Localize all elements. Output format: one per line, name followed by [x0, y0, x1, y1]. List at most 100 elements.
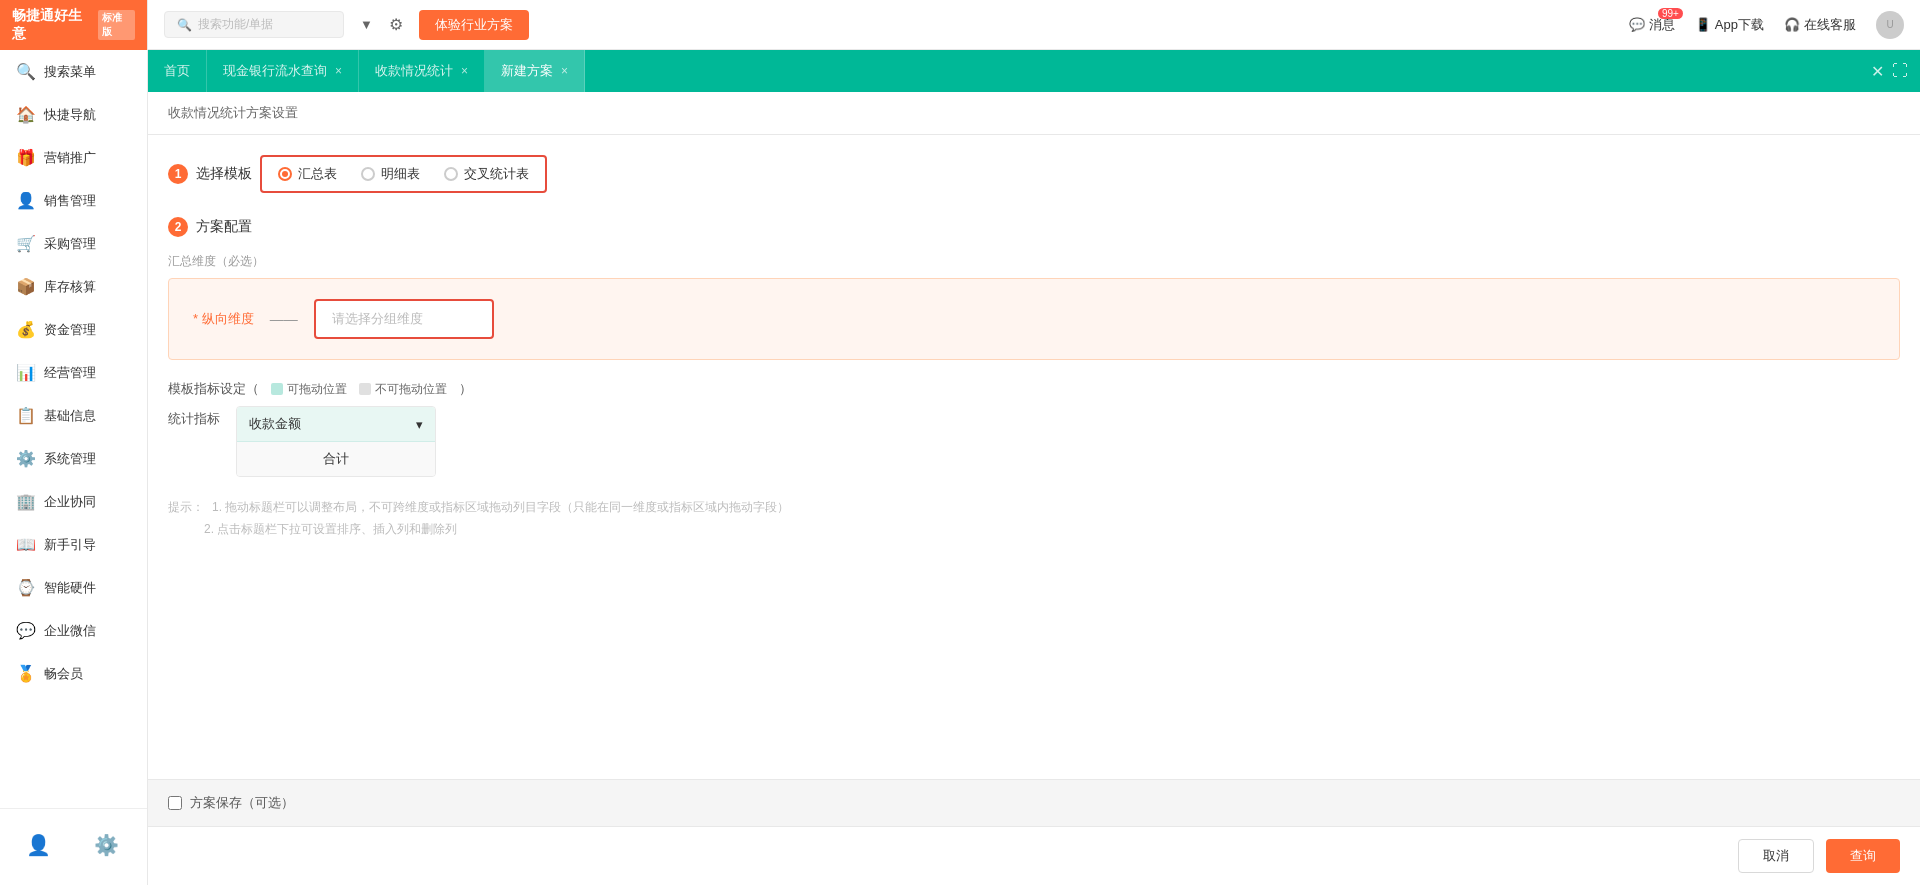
sidebar-item-marketing[interactable]: 🎁 营销推广 [0, 136, 147, 179]
indicator-label: 模板指标设定（ 可拖动位置 不可拖动位置 ） [168, 380, 1900, 398]
sidebar-item-inventory[interactable]: 📦库存核算 [0, 265, 147, 308]
tab-bank-flow-close[interactable]: × [335, 64, 342, 78]
sidebar-item-newbie[interactable]: 📖新手引导 [0, 523, 147, 566]
radio-cross-label: 交叉统计表 [464, 165, 529, 183]
search-menu-icon: 🔍 [16, 62, 36, 81]
indicator-cell: 合计 [237, 442, 435, 476]
draggable-dot [271, 383, 283, 395]
indicator-label-close: ） [459, 380, 472, 398]
template-radio-group: 汇总表 明细表 交叉统计表 [260, 155, 547, 193]
quick-nav-icon: 🏠 [16, 105, 36, 124]
sidebar-item-hardware[interactable]: ⌚ 智能硬件 [0, 566, 147, 609]
query-button[interactable]: 查询 [1826, 839, 1900, 873]
sidebar-item-corp[interactable]: 🏢企业协同 [0, 480, 147, 523]
indicator-table-header[interactable]: 收款金额 ▾ [237, 407, 435, 442]
sidebar-item-quick-nav[interactable]: 🏠 快捷导航 [0, 93, 147, 136]
logo-text: 畅捷通好生意 [12, 7, 94, 43]
dimension-label-text: 汇总维度（必选） [168, 254, 264, 268]
main-content: 1 选择模板 汇总表 明细表 交叉统计表 [148, 135, 1920, 779]
basic-icon: 📋 [16, 406, 36, 425]
search-placeholder: 搜索功能/单据 [198, 16, 273, 33]
legend-draggable: 可拖动位置 [271, 381, 347, 398]
radio-detail[interactable]: 明细表 [361, 165, 420, 183]
content-area: 收款情况统计方案设置 1 选择模板 汇总表 明细表 [148, 92, 1920, 885]
main-area: 🔍 搜索功能/单据 ▼ ⚙ 体验行业方案 💬 消息 99+ 📱 App下载 🎧 … [148, 0, 1920, 885]
tab-receipt-stats-close[interactable]: × [461, 64, 468, 78]
hardware-icon: ⌚ [16, 578, 36, 597]
radio-cross[interactable]: 交叉统计表 [444, 165, 529, 183]
sidebar-item-system[interactable]: ⚙️系统管理 [0, 437, 147, 480]
tab-bank-flow-label: 现金银行流水查询 [223, 62, 327, 80]
sidebar-item-label-operation: 经营管理 [44, 364, 96, 382]
sidebar-item-label-wechat: 企业微信 [44, 622, 96, 640]
sidebar-item-search-menu[interactable]: 🔍搜索菜单 [0, 50, 147, 93]
indicator-label-text: 模板指标设定（ [168, 380, 259, 398]
user-icon: 👤 [26, 833, 51, 857]
sidebar-item-label-quick-nav: 快捷导航 [44, 106, 96, 124]
sidebar-bottom: 👤 ⚙️ [0, 808, 147, 885]
avatar[interactable]: U [1876, 11, 1904, 39]
search-box[interactable]: 🔍 搜索功能/单据 [164, 11, 344, 38]
search-icon: 🔍 [177, 18, 192, 32]
sidebar-item-label-hardware: 智能硬件 [44, 579, 96, 597]
message-btn[interactable]: 💬 消息 99+ [1629, 16, 1675, 34]
sidebar-item-label-marketing: 营销推广 [44, 149, 96, 167]
indicator-dropdown-icon[interactable]: ▾ [416, 417, 423, 432]
tab-close-all-btn[interactable]: ✕ [1871, 62, 1884, 81]
section1-title: 1 选择模板 汇总表 明细表 交叉统计表 [168, 155, 1900, 193]
radio-summary-circle [278, 167, 292, 181]
sidebar-item-wechat[interactable]: 💬 企业微信 [0, 609, 147, 652]
indicator-table: 收款金额 ▾ 合计 [236, 406, 436, 477]
tab-home[interactable]: 首页 [148, 50, 207, 92]
non-draggable-dot [359, 383, 371, 395]
message-badge: 99+ [1658, 8, 1683, 19]
tab-receipt-stats[interactable]: 收款情况统计 × [359, 50, 485, 92]
trial-button[interactable]: 体验行业方案 [419, 10, 529, 40]
radio-detail-label: 明细表 [381, 165, 420, 183]
sidebar-item-purchase[interactable]: 🛒 采购管理 [0, 222, 147, 265]
marketing-icon: 🎁 [16, 148, 36, 167]
wechat-icon: 💬 [16, 621, 36, 640]
logo-badge: 标准版 [98, 10, 135, 40]
sidebar-item-label-newbie: 新手引导 [44, 536, 96, 554]
tip-prefix: 提示： [168, 497, 204, 519]
dim-select-box[interactable]: 请选择分组维度 [314, 299, 494, 339]
sidebar-item-member[interactable]: 🏅畅会员 [0, 652, 147, 695]
online-support-btn[interactable]: 🎧 在线客服 [1784, 16, 1856, 34]
purchase-icon: 🛒 [16, 234, 36, 253]
operation-icon: 📊 [16, 363, 36, 382]
cancel-button[interactable]: 取消 [1738, 839, 1814, 873]
tab-receipt-stats-label: 收款情况统计 [375, 62, 453, 80]
sidebar-user-btn[interactable]: 👤 [8, 817, 68, 877]
gear-icon[interactable]: ⚙ [389, 15, 403, 34]
radio-summary[interactable]: 汇总表 [278, 165, 337, 183]
sidebar-item-label-finance: 资金管理 [44, 321, 96, 339]
tab-bar: 首页 现金银行流水查询 × 收款情况统计 × 新建方案 × ✕ ⛶ [148, 50, 1920, 92]
save-plan-label: 方案保存（可选） [190, 794, 294, 812]
app-download-label: App下载 [1715, 16, 1764, 34]
sidebar-settings-btn[interactable]: ⚙️ [76, 817, 136, 877]
sidebar-item-operation[interactable]: 📊 经营管理 [0, 351, 147, 394]
sidebar-item-basic[interactable]: 📋基础信息 [0, 394, 147, 437]
sidebar-item-label-corp: 企业协同 [44, 493, 96, 511]
tab-new-plan-close[interactable]: × [561, 64, 568, 78]
tab-bar-actions: ✕ ⛶ [1859, 50, 1920, 92]
app-download-btn[interactable]: 📱 App下载 [1695, 16, 1764, 34]
tab-new-plan[interactable]: 新建方案 × [485, 50, 585, 92]
tab-maximize-btn[interactable]: ⛶ [1892, 62, 1908, 80]
tip2: 2. 点击标题栏下拉可设置排序、插入列和删除列 [168, 519, 1900, 541]
header-right: 💬 消息 99+ 📱 App下载 🎧 在线客服 U [1629, 11, 1904, 39]
tab-bank-flow[interactable]: 现金银行流水查询 × [207, 50, 359, 92]
tips-section: 提示： 1. 拖动标题栏可以调整布局，不可跨维度或指标区域拖动列目字段（只能在同… [168, 497, 1900, 540]
indicator-header-text: 收款金额 [249, 415, 301, 433]
sidebar-item-finance[interactable]: 💰资金管理 [0, 308, 147, 351]
sidebar-logo: 畅捷通好生意 标准版 [0, 0, 147, 50]
page-header: 收款情况统计方案设置 [148, 92, 1920, 135]
dimension-config-label: 汇总维度（必选） [168, 253, 1900, 270]
vertical-dim-label: * 纵向维度 [193, 310, 254, 328]
sidebar-item-label-sales: 销售管理 [44, 192, 96, 210]
sidebar-item-sales[interactable]: 👤销售管理 [0, 179, 147, 222]
search-dropdown-icon[interactable]: ▼ [360, 17, 373, 32]
save-plan-checkbox[interactable] [168, 796, 182, 810]
sidebar-item-label-purchase: 采购管理 [44, 235, 96, 253]
